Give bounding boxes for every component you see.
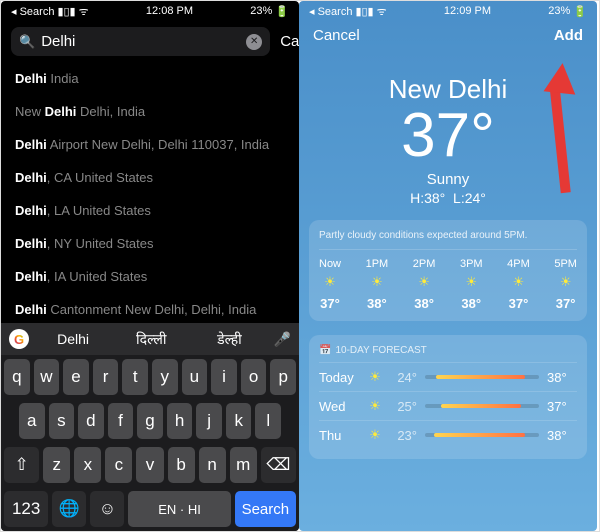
cancel-button[interactable]: Cancel <box>280 33 299 50</box>
battery-pct: 23% <box>250 5 272 17</box>
suggestion[interactable]: डेल्ही <box>195 330 263 349</box>
space-key[interactable]: EN · HI <box>128 491 230 527</box>
forecast-row: Thu☀23°38° <box>319 420 577 449</box>
high-low: H:38° L:24° <box>299 190 597 206</box>
search-result[interactable]: Delhi, CA United States <box>15 161 285 194</box>
key-e[interactable]: e <box>63 359 89 395</box>
weather-screen: ◂ Search▮▯▮ᯤ 12:09 PM 23%🔋 Cancel Add Ne… <box>299 1 597 531</box>
search-results: Delhi IndiaNew Delhi Delhi, IndiaDelhi A… <box>1 62 299 326</box>
temperature: 37° <box>299 105 597 167</box>
key-t[interactable]: t <box>122 359 148 395</box>
forecast-row: Wed☀25°37° <box>319 391 577 420</box>
hour-cell: Now☀37° <box>319 258 341 311</box>
search-result[interactable]: Delhi Cantonment New Delhi, Delhi, India <box>15 293 285 326</box>
hour-cell: 3PM☀38° <box>460 258 483 311</box>
signal-icon: ▮▯▮ <box>57 5 75 18</box>
suggestion-bar: G Delhi दिल्ली डेल्ही 🎤 <box>1 323 299 355</box>
signal-icon: ▮▯▮ <box>355 5 373 18</box>
forecast-card: 📅 10-DAY FORECAST Today☀24°38°Wed☀25°37°… <box>309 335 587 459</box>
back-label[interactable]: ◂ Search <box>11 5 54 18</box>
status-bar: ◂ Search▮▯▮ ᯤ 12:09 PM 23%🔋 <box>299 1 597 21</box>
search-result[interactable]: Delhi Airport New Delhi, Delhi 110037, I… <box>15 128 285 161</box>
key-u[interactable]: u <box>182 359 208 395</box>
suggestion[interactable]: दिल्ली <box>117 330 185 349</box>
key-w[interactable]: w <box>34 359 60 395</box>
key-f[interactable]: f <box>108 403 134 439</box>
key-v[interactable]: v <box>136 447 163 483</box>
hour-cell: 4PM☀37° <box>507 258 530 311</box>
search-result[interactable]: Delhi, LA United States <box>15 194 285 227</box>
battery-pct: 23% <box>548 5 570 17</box>
shift-key[interactable]: ⇧ <box>4 447 39 483</box>
google-icon[interactable]: G <box>9 329 29 349</box>
search-screen: ◂ Search▮▯▮ ᯤ 12:08 PM 23%🔋 🔍 ✕ Cancel De… <box>1 1 299 531</box>
key-b[interactable]: b <box>168 447 195 483</box>
key-c[interactable]: c <box>105 447 132 483</box>
search-input[interactable] <box>41 33 240 50</box>
key-y[interactable]: y <box>152 359 178 395</box>
key-o[interactable]: o <box>241 359 267 395</box>
clock: 12:08 PM <box>146 5 193 17</box>
wifi-icon: ᯤ <box>79 4 89 19</box>
search-result[interactable]: Delhi, NY United States <box>15 227 285 260</box>
search-result[interactable]: Delhi, IA United States <box>15 260 285 293</box>
battery-icon: 🔋 <box>573 5 587 18</box>
key-n[interactable]: n <box>199 447 226 483</box>
condition: Sunny <box>299 171 597 188</box>
keyboard: G Delhi दिल्ली डेल्ही 🎤 qwertyuiop asdfg… <box>1 323 299 531</box>
key-r[interactable]: r <box>93 359 119 395</box>
hour-cell: 2PM☀38° <box>413 258 436 311</box>
key-p[interactable]: p <box>270 359 296 395</box>
key-s[interactable]: s <box>49 403 75 439</box>
clear-icon[interactable]: ✕ <box>246 34 262 50</box>
key-g[interactable]: g <box>137 403 163 439</box>
suggestion[interactable]: Delhi <box>39 331 107 347</box>
search-key[interactable]: Search <box>235 491 296 527</box>
key-k[interactable]: k <box>226 403 252 439</box>
hour-cell: 5PM☀37° <box>554 258 577 311</box>
key-l[interactable]: l <box>255 403 281 439</box>
search-result[interactable]: New Delhi Delhi, India <box>15 95 285 128</box>
add-button[interactable]: Add <box>554 27 583 44</box>
num-key[interactable]: 123 <box>4 491 48 527</box>
key-i[interactable]: i <box>211 359 237 395</box>
clock: 12:09 PM <box>444 5 491 17</box>
key-m[interactable]: m <box>230 447 257 483</box>
globe-key[interactable]: 🌐 <box>52 491 86 527</box>
search-icon: 🔍 <box>19 34 35 50</box>
backspace-key[interactable]: ⌫ <box>261 447 296 483</box>
search-result[interactable]: Delhi India <box>15 62 285 95</box>
key-h[interactable]: h <box>167 403 193 439</box>
emoji-key[interactable]: ☺ <box>90 491 124 527</box>
search-field[interactable]: 🔍 ✕ <box>11 27 270 56</box>
mic-icon[interactable]: 🎤 <box>274 331 291 348</box>
summary-text: Partly cloudy conditions expected around… <box>319 230 577 250</box>
wifi-icon: ᯤ <box>377 4 387 19</box>
key-a[interactable]: a <box>19 403 45 439</box>
back-label[interactable]: ◂ Search <box>309 5 352 18</box>
cancel-button[interactable]: Cancel <box>313 27 360 44</box>
key-x[interactable]: x <box>74 447 101 483</box>
key-q[interactable]: q <box>4 359 30 395</box>
key-j[interactable]: j <box>196 403 222 439</box>
forecast-header: 📅 10-DAY FORECAST <box>319 345 577 362</box>
battery-icon: 🔋 <box>275 5 289 18</box>
hourly-card: Partly cloudy conditions expected around… <box>309 220 587 321</box>
key-d[interactable]: d <box>78 403 104 439</box>
hour-cell: 1PM☀38° <box>366 258 389 311</box>
status-bar: ◂ Search▮▯▮ ᯤ 12:08 PM 23%🔋 <box>1 1 299 21</box>
forecast-row: Today☀24°38° <box>319 362 577 391</box>
key-z[interactable]: z <box>43 447 70 483</box>
